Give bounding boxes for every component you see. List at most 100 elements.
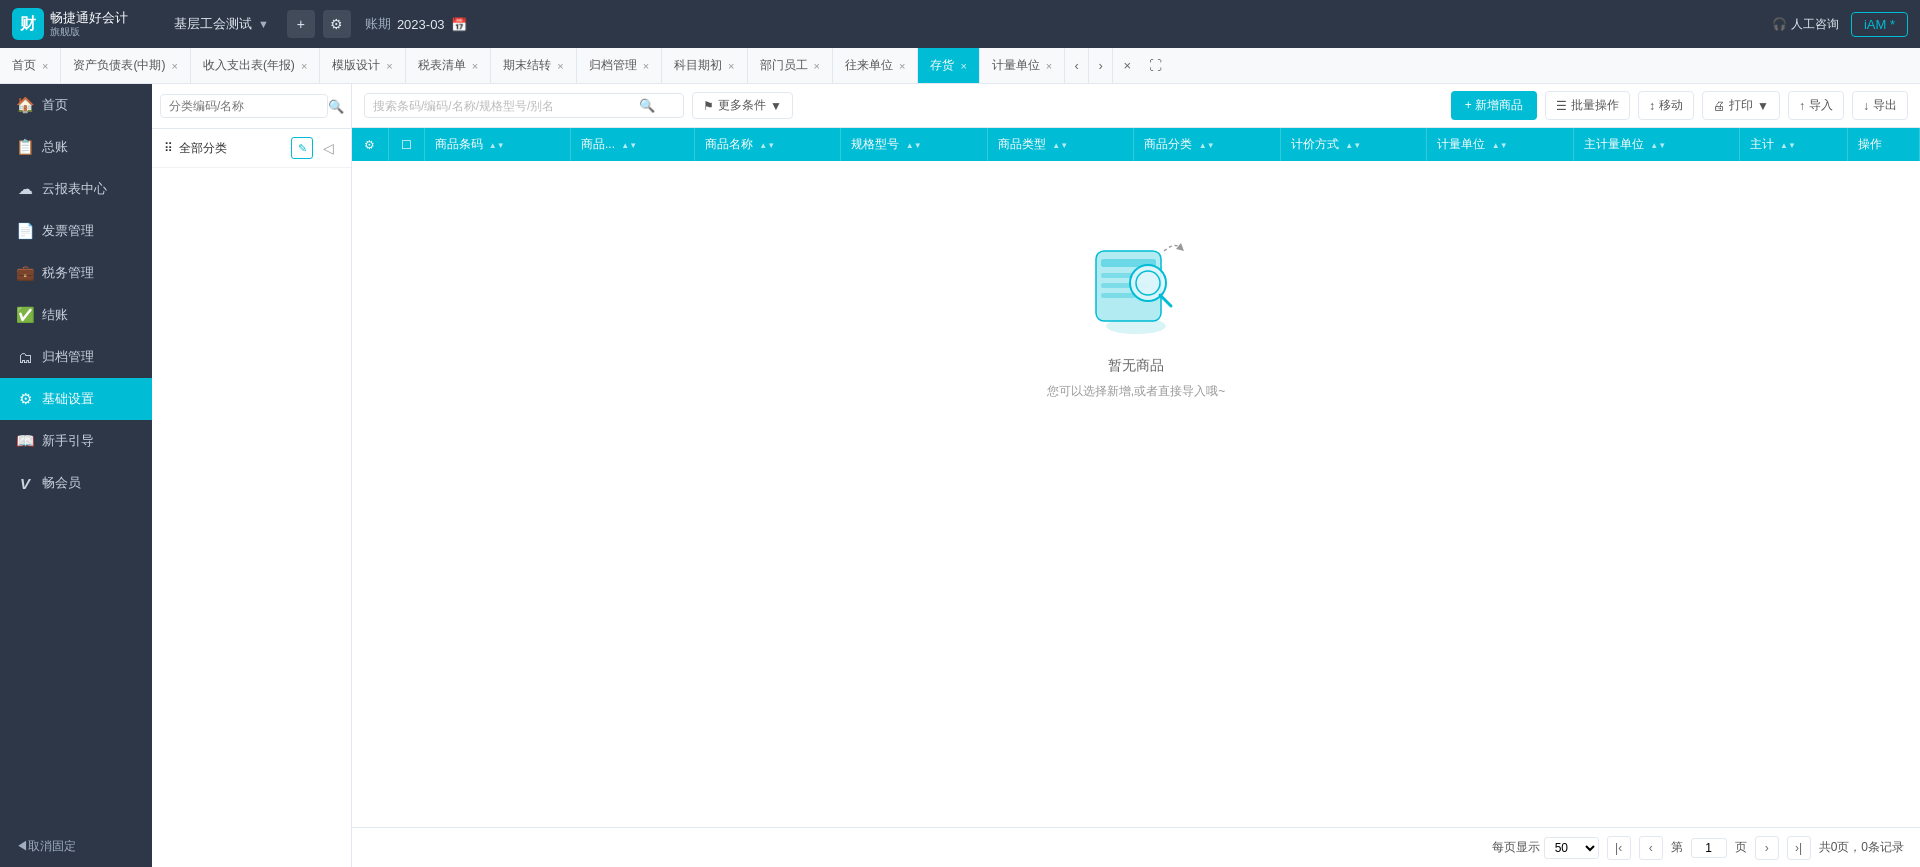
sidebar-item-invoice[interactable]: 📄 发票管理: [0, 210, 152, 252]
sort-icon: ▲▼: [489, 141, 505, 150]
sidebar-item-ledger[interactable]: 📋 总账: [0, 126, 152, 168]
category-search-input[interactable]: [160, 94, 328, 118]
th-checkbox[interactable]: ☐: [388, 128, 424, 161]
svg-rect-5: [1101, 293, 1136, 298]
tab-close-icon[interactable]: ×: [557, 60, 563, 72]
tax-icon: 💼: [16, 264, 34, 282]
product-table: ⚙ ☐ 商品条码 ▲▼ 商品... ▲▼: [352, 128, 1920, 161]
sidebar-item-reports[interactable]: ☁ 云报表中心: [0, 168, 152, 210]
sort-icon: ▲▼: [1345, 141, 1361, 150]
tab-tax-list[interactable]: 税表清单 ×: [406, 48, 491, 84]
page-number-input[interactable]: [1691, 838, 1727, 858]
sidebar-item-archive[interactable]: 🗂 归档管理: [0, 336, 152, 378]
last-page-button[interactable]: ›|: [1787, 836, 1811, 860]
tab-department[interactable]: 部门员工 ×: [748, 48, 833, 84]
export-button[interactable]: ↓ 导出: [1852, 91, 1908, 120]
tab-close-icon[interactable]: ×: [814, 60, 820, 72]
tab-expand-button[interactable]: ⛶: [1141, 48, 1169, 84]
category-header: ⠿ 全部分类 ✎ ◁: [152, 129, 351, 168]
tab-inventory[interactable]: 存货 ×: [918, 48, 979, 84]
th-main-unit[interactable]: 主计量单位 ▲▼: [1573, 128, 1739, 161]
tab-bar: 首页 × 资产负债表(中期) × 收入支出表(年报) × 模版设计 × 税表清单…: [0, 48, 1920, 84]
tab-income[interactable]: 收入支出表(年报) ×: [191, 48, 320, 84]
tab-close-icon[interactable]: ×: [960, 60, 966, 72]
first-page-button[interactable]: |‹: [1607, 836, 1631, 860]
th-settings[interactable]: ⚙: [352, 128, 388, 161]
sidebar-item-guide[interactable]: 📖 新手引导: [0, 420, 152, 462]
tab-close-icon[interactable]: ×: [301, 60, 307, 72]
tab-close-icon[interactable]: ×: [1046, 60, 1052, 72]
guide-icon: 📖: [16, 432, 34, 450]
tab-prev-button[interactable]: ‹: [1065, 48, 1089, 84]
th-main-count[interactable]: 主计 ▲▼: [1739, 128, 1847, 161]
tab-close-all-button[interactable]: ×: [1113, 48, 1141, 84]
content-wrapper: 🔍 ⠿ 全部分类 ✎ ◁ 🔍: [152, 84, 1920, 867]
logo-icon: 财: [12, 8, 44, 40]
collapse-panel-button[interactable]: ◁: [317, 137, 339, 159]
th-barcode[interactable]: 商品条码 ▲▼: [424, 128, 570, 161]
tab-close-icon[interactable]: ×: [386, 60, 392, 72]
print-arrow-icon: ▼: [1757, 99, 1769, 113]
th-category[interactable]: 商品分类 ▲▼: [1134, 128, 1280, 161]
more-filter-button[interactable]: ⚑ 更多条件 ▼: [692, 92, 793, 119]
add-product-button[interactable]: + 新增商品: [1451, 91, 1537, 120]
search-icon[interactable]: 🔍: [639, 98, 655, 113]
sidebar-item-settings[interactable]: ⚙ 基础设置: [0, 378, 152, 420]
tab-balance-sheet[interactable]: 资产负债表(中期) ×: [61, 48, 190, 84]
add-category-button[interactable]: ✎: [291, 137, 313, 159]
sort-icon: ▲▼: [759, 141, 775, 150]
sort-icon: ▲▼: [906, 141, 922, 150]
tab-close-icon[interactable]: ×: [42, 60, 48, 72]
move-button[interactable]: ↕ 移动: [1638, 91, 1694, 120]
sidebar: 🏠 首页 📋 总账 ☁ 云报表中心 📄 发票管理 💼 税务管理 ✅ 结账 🗂 归…: [0, 84, 152, 867]
account-button[interactable]: iAM *: [1851, 12, 1908, 37]
tab-close-icon[interactable]: ×: [728, 60, 734, 72]
sidebar-item-home[interactable]: 🏠 首页: [0, 84, 152, 126]
top-header: 财 畅捷通好会计 旗舰版 基层工会测试 ▼ + ⚙ 账期 2023-03 📅 🎧…: [0, 0, 1920, 48]
content-panel: 🔍 ⠿ 全部分类 ✎ ◁ 🔍: [152, 84, 1920, 867]
tab-contacts[interactable]: 往来单位 ×: [833, 48, 918, 84]
calendar-icon[interactable]: 📅: [451, 17, 467, 32]
add-company-button[interactable]: +: [287, 10, 315, 38]
tab-close-icon[interactable]: ×: [171, 60, 177, 72]
customer-service-button[interactable]: 🎧 人工咨询: [1772, 16, 1839, 33]
sidebar-item-close[interactable]: ✅ 结账: [0, 294, 152, 336]
sidebar-unpin-button[interactable]: ◀取消固定: [0, 826, 152, 867]
logo-area: 财 畅捷通好会计 旗舰版: [12, 8, 164, 40]
settings-icon[interactable]: ⚙: [323, 10, 351, 38]
tab-next-button[interactable]: ›: [1089, 48, 1113, 84]
sidebar-item-vip[interactable]: V 畅会员: [0, 462, 152, 504]
left-category-panel: 🔍 ⠿ 全部分类 ✎ ◁: [152, 84, 352, 867]
batch-operation-button[interactable]: ☰ 批量操作: [1545, 91, 1630, 120]
category-search-button[interactable]: 🔍: [328, 92, 344, 120]
th-price-method[interactable]: 计价方式 ▲▼: [1280, 128, 1426, 161]
product-search-input[interactable]: [373, 99, 633, 113]
th-name[interactable]: 商品名称 ▲▼: [695, 128, 841, 161]
tab-subject-init[interactable]: 科目期初 ×: [662, 48, 747, 84]
tab-home[interactable]: 首页 ×: [0, 48, 61, 84]
sidebar-item-tax[interactable]: 💼 税务管理: [0, 252, 152, 294]
import-button[interactable]: ↑ 导入: [1788, 91, 1844, 120]
tab-close-icon[interactable]: ×: [643, 60, 649, 72]
filter-icon: ⚑: [703, 99, 714, 113]
tab-close-icon[interactable]: ×: [899, 60, 905, 72]
tab-close-icon[interactable]: ×: [472, 60, 478, 72]
company-selector[interactable]: 基层工会测试 ▼: [174, 15, 269, 33]
print-button[interactable]: 🖨 打印 ▼: [1702, 91, 1780, 120]
tab-unit[interactable]: 计量单位 ×: [980, 48, 1065, 84]
prev-page-button[interactable]: ‹: [1639, 836, 1663, 860]
th-type[interactable]: 商品类型 ▲▼: [987, 128, 1133, 161]
th-code[interactable]: 商品... ▲▼: [570, 128, 694, 161]
page-size-select[interactable]: 50 100 200: [1544, 837, 1599, 859]
next-page-button[interactable]: ›: [1755, 836, 1779, 860]
th-spec[interactable]: 规格型号 ▲▼: [841, 128, 987, 161]
th-unit[interactable]: 计量单位 ▲▼: [1427, 128, 1573, 161]
th-actions: 操作: [1847, 128, 1919, 161]
tab-period-close[interactable]: 期末结转 ×: [491, 48, 576, 84]
tab-archive[interactable]: 归档管理 ×: [577, 48, 662, 84]
invoice-icon: 📄: [16, 222, 34, 240]
grid-icon: ⠿: [164, 141, 173, 155]
tab-template[interactable]: 模版设计 ×: [320, 48, 405, 84]
export-icon: ↓: [1863, 99, 1869, 113]
sort-icon: ▲▼: [1492, 141, 1508, 150]
